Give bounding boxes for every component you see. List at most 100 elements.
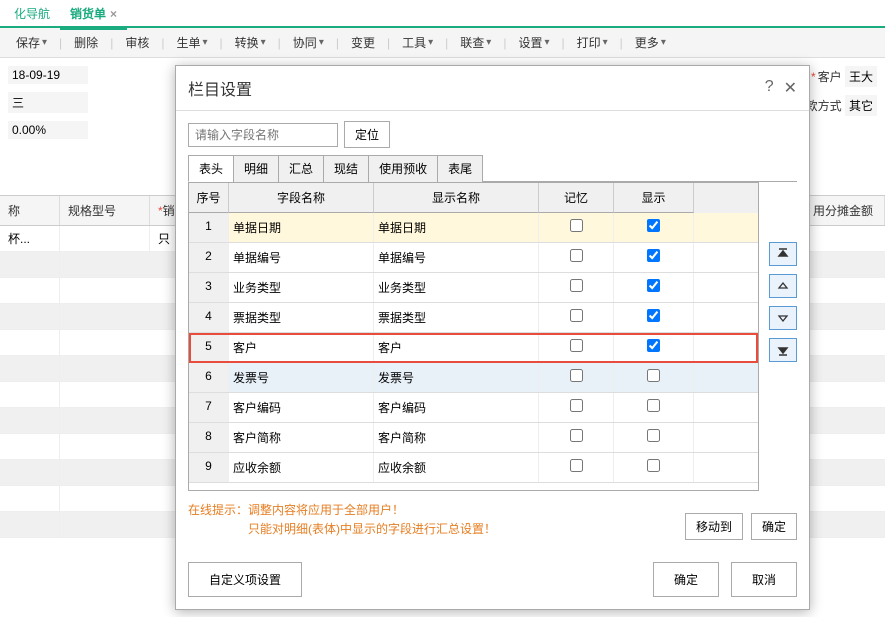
show-checkbox[interactable] — [647, 339, 660, 352]
tab-footer[interactable]: 表尾 — [437, 155, 483, 182]
tab-sales[interactable]: 销货单× — [60, 0, 127, 30]
memory-checkbox[interactable] — [570, 429, 583, 442]
seq-cell: 7 — [189, 393, 229, 422]
show-cell — [614, 363, 694, 392]
display-cell: 客户 — [374, 333, 539, 362]
show-cell — [614, 273, 694, 302]
memory-checkbox[interactable] — [570, 399, 583, 412]
memory-checkbox[interactable] — [570, 249, 583, 262]
col-spec: 规格型号 — [60, 196, 150, 225]
table-row[interactable]: 6发票号发票号 — [189, 363, 758, 393]
show-checkbox[interactable] — [647, 369, 660, 382]
seq-cell: 3 — [189, 273, 229, 302]
ok-small-button[interactable]: 确定 — [751, 513, 797, 540]
field-cell: 应收余额 — [229, 453, 374, 482]
move-bottom-button[interactable] — [769, 338, 797, 362]
move-down-button[interactable] — [769, 306, 797, 330]
save-button[interactable]: 保存▾ — [8, 30, 55, 55]
lookup-button[interactable]: 联查▾ — [452, 30, 499, 55]
memory-cell — [539, 423, 614, 452]
tools-button[interactable]: 工具▾ — [394, 30, 441, 55]
table-row[interactable]: 3业务类型业务类型 — [189, 273, 758, 303]
convert-button[interactable]: 转换▾ — [227, 30, 274, 55]
table-row[interactable]: 9应收余额应收余额 — [189, 453, 758, 483]
more-button[interactable]: 更多▾ — [627, 30, 674, 55]
display-cell: 业务类型 — [374, 273, 539, 302]
seq-cell: 9 — [189, 453, 229, 482]
right-info: *客户 王大 款方式 其它 — [798, 58, 885, 132]
show-checkbox[interactable] — [647, 279, 660, 292]
show-cell — [614, 393, 694, 422]
table-row[interactable]: 1单据日期单据日期 — [189, 213, 758, 243]
close-icon[interactable]: × — [110, 7, 117, 21]
table-row[interactable]: 7客户编码客户编码 — [189, 393, 758, 423]
print-button[interactable]: 打印▾ — [569, 30, 616, 55]
make-button[interactable]: 生单▾ — [168, 30, 215, 55]
show-checkbox[interactable] — [647, 459, 660, 472]
table-row[interactable]: 5客户客户 — [189, 333, 758, 363]
audit-button[interactable]: 审核 — [117, 30, 157, 55]
tab-prepay[interactable]: 使用预收 — [368, 155, 438, 182]
seq-cell: 2 — [189, 243, 229, 272]
locate-button[interactable]: 定位 — [344, 121, 390, 148]
custom-items-button[interactable]: 自定义项设置 — [188, 562, 302, 597]
field-search-input[interactable] — [188, 123, 338, 147]
col-amt-share: 用分摊金额 — [805, 196, 885, 225]
change-button[interactable]: 变更 — [343, 30, 383, 55]
san-field: 三 — [8, 92, 88, 113]
table-row[interactable]: 2单据编号单据编号 — [189, 243, 758, 273]
table-row[interactable]: 4票据类型票据类型 — [189, 303, 758, 333]
col-seq: 序号 — [189, 183, 229, 213]
field-cell: 发票号 — [229, 363, 374, 392]
help-icon[interactable]: ? — [765, 78, 774, 98]
memory-checkbox[interactable] — [570, 459, 583, 472]
col-name: 称 — [0, 196, 60, 225]
tab-nav[interactable]: 化导航 — [4, 0, 60, 28]
seq-cell: 5 — [189, 333, 229, 362]
memory-checkbox[interactable] — [570, 309, 583, 322]
seq-cell: 8 — [189, 423, 229, 452]
tab-cash[interactable]: 现结 — [323, 155, 369, 182]
show-checkbox[interactable] — [647, 309, 660, 322]
memory-checkbox[interactable] — [570, 369, 583, 382]
memory-checkbox[interactable] — [570, 279, 583, 292]
show-cell — [614, 423, 694, 452]
show-checkbox[interactable] — [647, 399, 660, 412]
show-cell — [614, 333, 694, 362]
move-top-button[interactable] — [769, 242, 797, 266]
display-cell: 应收余额 — [374, 453, 539, 482]
pct-field: 0.00% — [8, 121, 88, 139]
tab-summary[interactable]: 汇总 — [278, 155, 324, 182]
chevron-down-icon: ▾ — [261, 37, 266, 48]
memory-cell — [539, 303, 614, 332]
display-cell: 客户简称 — [374, 423, 539, 452]
show-checkbox[interactable] — [647, 249, 660, 262]
settings-button[interactable]: 设置▾ — [510, 30, 557, 55]
close-icon[interactable]: ✕ — [784, 78, 797, 98]
memory-checkbox[interactable] — [570, 219, 583, 232]
memory-cell — [539, 243, 614, 272]
display-cell: 客户编码 — [374, 393, 539, 422]
chevron-down-icon: ▾ — [428, 37, 433, 48]
field-cell: 客户编码 — [229, 393, 374, 422]
display-cell: 票据类型 — [374, 303, 539, 332]
col-field: 字段名称 — [229, 183, 374, 213]
date-field: 18-09-19 — [8, 66, 88, 84]
delete-button[interactable]: 删除 — [66, 30, 106, 55]
cancel-button[interactable]: 取消 — [731, 562, 797, 597]
ok-button[interactable]: 确定 — [653, 562, 719, 597]
move-to-button[interactable]: 移动到 — [685, 513, 743, 540]
tab-header[interactable]: 表头 — [188, 155, 234, 182]
tab-detail[interactable]: 明细 — [233, 155, 279, 182]
collab-button[interactable]: 协同▾ — [285, 30, 332, 55]
move-up-button[interactable] — [769, 274, 797, 298]
show-checkbox[interactable] — [647, 219, 660, 232]
table-row[interactable]: 8客户简称客户简称 — [189, 423, 758, 453]
column-settings-modal: 栏目设置 ? ✕ 定位 表头 明细 汇总 现结 使用预收 表尾 序号 字段名称 — [175, 65, 810, 610]
modal-title: 栏目设置 — [188, 76, 252, 100]
display-cell: 单据编号 — [374, 243, 539, 272]
memory-checkbox[interactable] — [570, 339, 583, 352]
show-checkbox[interactable] — [647, 429, 660, 442]
chevron-down-icon: ▾ — [661, 37, 666, 48]
modal-header: 栏目设置 ? ✕ — [176, 66, 809, 111]
